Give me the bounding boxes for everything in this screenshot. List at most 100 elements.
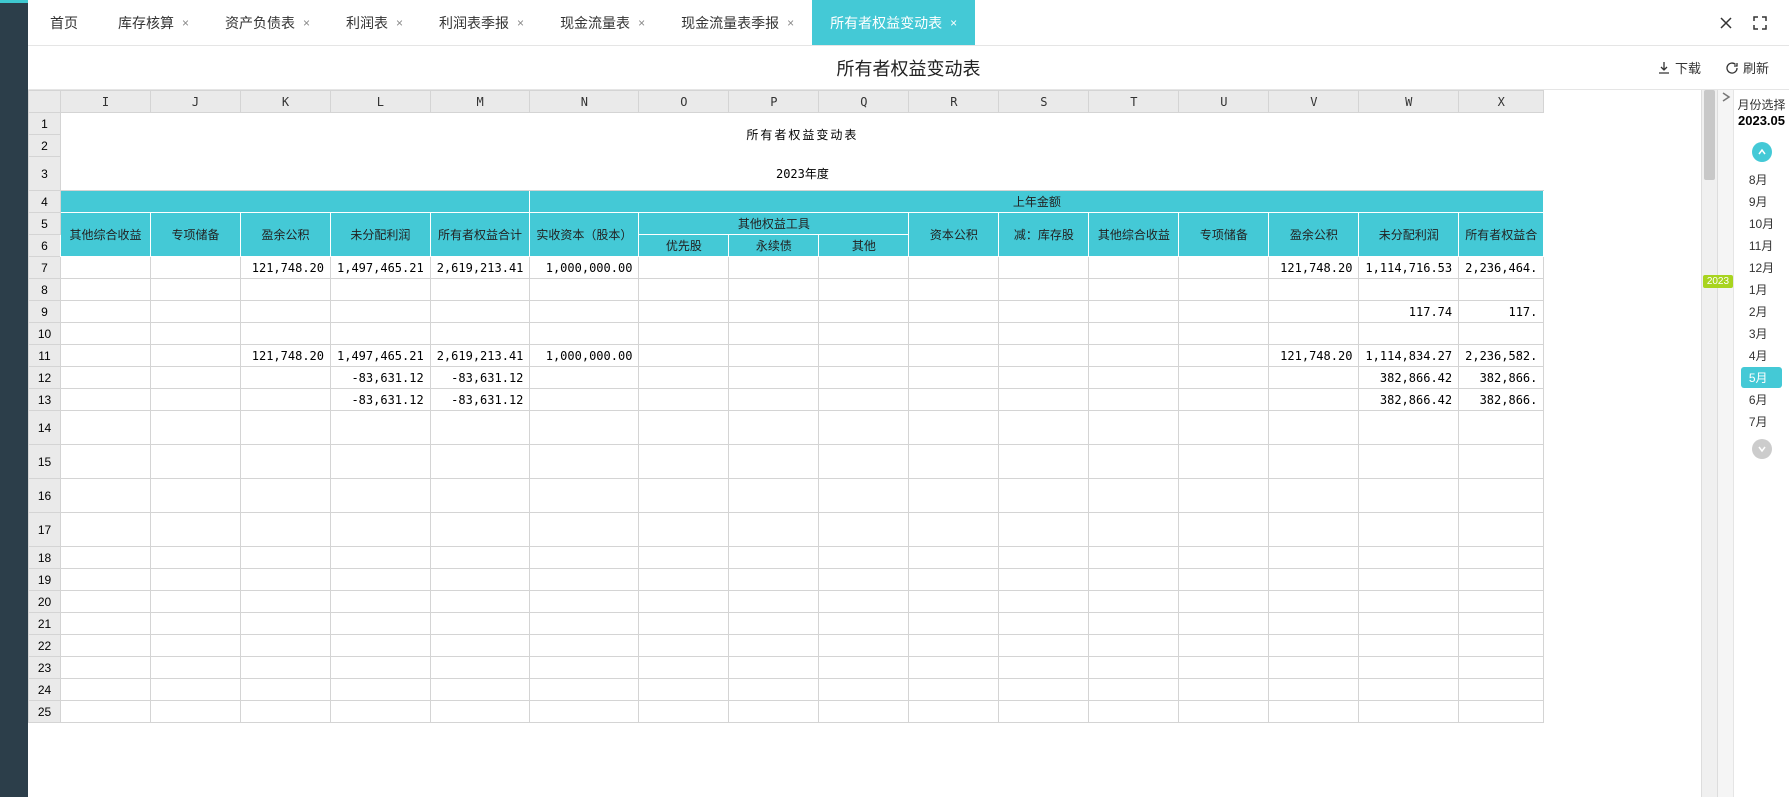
cell[interactable] <box>1089 445 1179 479</box>
cell[interactable] <box>1359 679 1459 701</box>
row-number[interactable]: 17 <box>29 513 61 547</box>
cell[interactable] <box>241 569 331 591</box>
cell[interactable] <box>530 301 639 323</box>
cell[interactable] <box>819 323 909 345</box>
close-icon[interactable]: × <box>787 16 794 30</box>
cell[interactable] <box>1089 389 1179 411</box>
row-number[interactable]: 7 <box>29 257 61 279</box>
row-number[interactable]: 1 <box>29 113 61 135</box>
cell[interactable] <box>819 445 909 479</box>
row-number[interactable]: 23 <box>29 657 61 679</box>
cell[interactable] <box>331 547 431 569</box>
cell[interactable] <box>819 345 909 367</box>
row-number[interactable]: 2 <box>29 135 61 157</box>
cell[interactable] <box>241 323 331 345</box>
cell[interactable] <box>1179 613 1269 635</box>
cell[interactable]: 121,748.20 <box>241 345 331 367</box>
row-number[interactable]: 24 <box>29 679 61 701</box>
cell[interactable] <box>1089 547 1179 569</box>
cell[interactable] <box>1459 513 1544 547</box>
cell[interactable] <box>1089 367 1179 389</box>
tab-balance-sheet[interactable]: 资产负债表 × <box>207 0 328 45</box>
cell[interactable] <box>729 257 819 279</box>
cell[interactable] <box>1089 569 1179 591</box>
cell[interactable] <box>61 411 151 445</box>
cell[interactable] <box>999 301 1089 323</box>
col-header[interactable]: N <box>530 91 639 113</box>
cell[interactable] <box>61 657 151 679</box>
cell[interactable] <box>530 569 639 591</box>
cell[interactable] <box>151 323 241 345</box>
cell[interactable] <box>1179 657 1269 679</box>
cell[interactable] <box>1089 613 1179 635</box>
month-option[interactable]: 11月 <box>1741 235 1782 256</box>
cell[interactable] <box>331 279 431 301</box>
cell[interactable] <box>1269 323 1359 345</box>
cell[interactable] <box>1359 657 1459 679</box>
cell[interactable] <box>1359 591 1459 613</box>
month-option[interactable]: 5月 <box>1741 367 1782 388</box>
row-number[interactable]: 21 <box>29 613 61 635</box>
cell[interactable] <box>151 591 241 613</box>
cell[interactable] <box>530 613 639 635</box>
cell[interactable] <box>331 479 431 513</box>
cell[interactable] <box>430 445 530 479</box>
cell[interactable] <box>999 591 1089 613</box>
cell[interactable] <box>151 345 241 367</box>
cell[interactable] <box>331 635 431 657</box>
cell[interactable] <box>999 345 1089 367</box>
cell[interactable] <box>999 257 1089 279</box>
cell[interactable] <box>1359 479 1459 513</box>
cell[interactable] <box>639 613 729 635</box>
cell[interactable] <box>430 635 530 657</box>
month-option[interactable]: 9月 <box>1741 191 1782 212</box>
row-number[interactable]: 4 <box>29 191 61 213</box>
cell[interactable] <box>1269 635 1359 657</box>
cell[interactable] <box>1459 279 1544 301</box>
cell[interactable] <box>61 569 151 591</box>
row-number[interactable]: 6 <box>29 235 61 257</box>
tab-profit-quarterly[interactable]: 利润表季报 × <box>421 0 542 45</box>
cell[interactable] <box>61 445 151 479</box>
row-number[interactable]: 9 <box>29 301 61 323</box>
cell[interactable] <box>639 367 729 389</box>
cell[interactable] <box>819 411 909 445</box>
cell[interactable] <box>151 513 241 547</box>
col-header[interactable]: P <box>729 91 819 113</box>
cell[interactable] <box>999 445 1089 479</box>
cell[interactable] <box>639 547 729 569</box>
row-number[interactable]: 3 <box>29 157 61 191</box>
cell[interactable] <box>430 547 530 569</box>
row-number[interactable]: 14 <box>29 411 61 445</box>
cell[interactable] <box>819 635 909 657</box>
cell[interactable] <box>151 257 241 279</box>
cell[interactable] <box>909 547 999 569</box>
cell[interactable] <box>61 323 151 345</box>
cell[interactable] <box>639 635 729 657</box>
cell[interactable] <box>999 513 1089 547</box>
cell[interactable] <box>61 679 151 701</box>
cell[interactable] <box>61 389 151 411</box>
month-option[interactable]: 3月 <box>1741 323 1782 344</box>
cell[interactable] <box>729 323 819 345</box>
cell[interactable] <box>1269 389 1359 411</box>
cell[interactable] <box>1089 635 1179 657</box>
cell[interactable] <box>1089 591 1179 613</box>
cell[interactable] <box>819 257 909 279</box>
cell[interactable] <box>331 701 431 723</box>
cell[interactable] <box>639 257 729 279</box>
cell[interactable] <box>909 445 999 479</box>
cell[interactable] <box>909 701 999 723</box>
cell[interactable] <box>331 301 431 323</box>
cell[interactable] <box>331 411 431 445</box>
cell[interactable] <box>1359 445 1459 479</box>
cell[interactable] <box>999 323 1089 345</box>
cell[interactable] <box>729 411 819 445</box>
cell[interactable] <box>151 367 241 389</box>
vertical-scrollbar[interactable] <box>1701 90 1717 797</box>
cell[interactable] <box>61 635 151 657</box>
cell[interactable] <box>1359 411 1459 445</box>
close-icon[interactable]: × <box>638 16 645 30</box>
tab-cashflow-quarterly[interactable]: 现金流量表季报 × <box>663 0 812 45</box>
cell[interactable] <box>729 613 819 635</box>
